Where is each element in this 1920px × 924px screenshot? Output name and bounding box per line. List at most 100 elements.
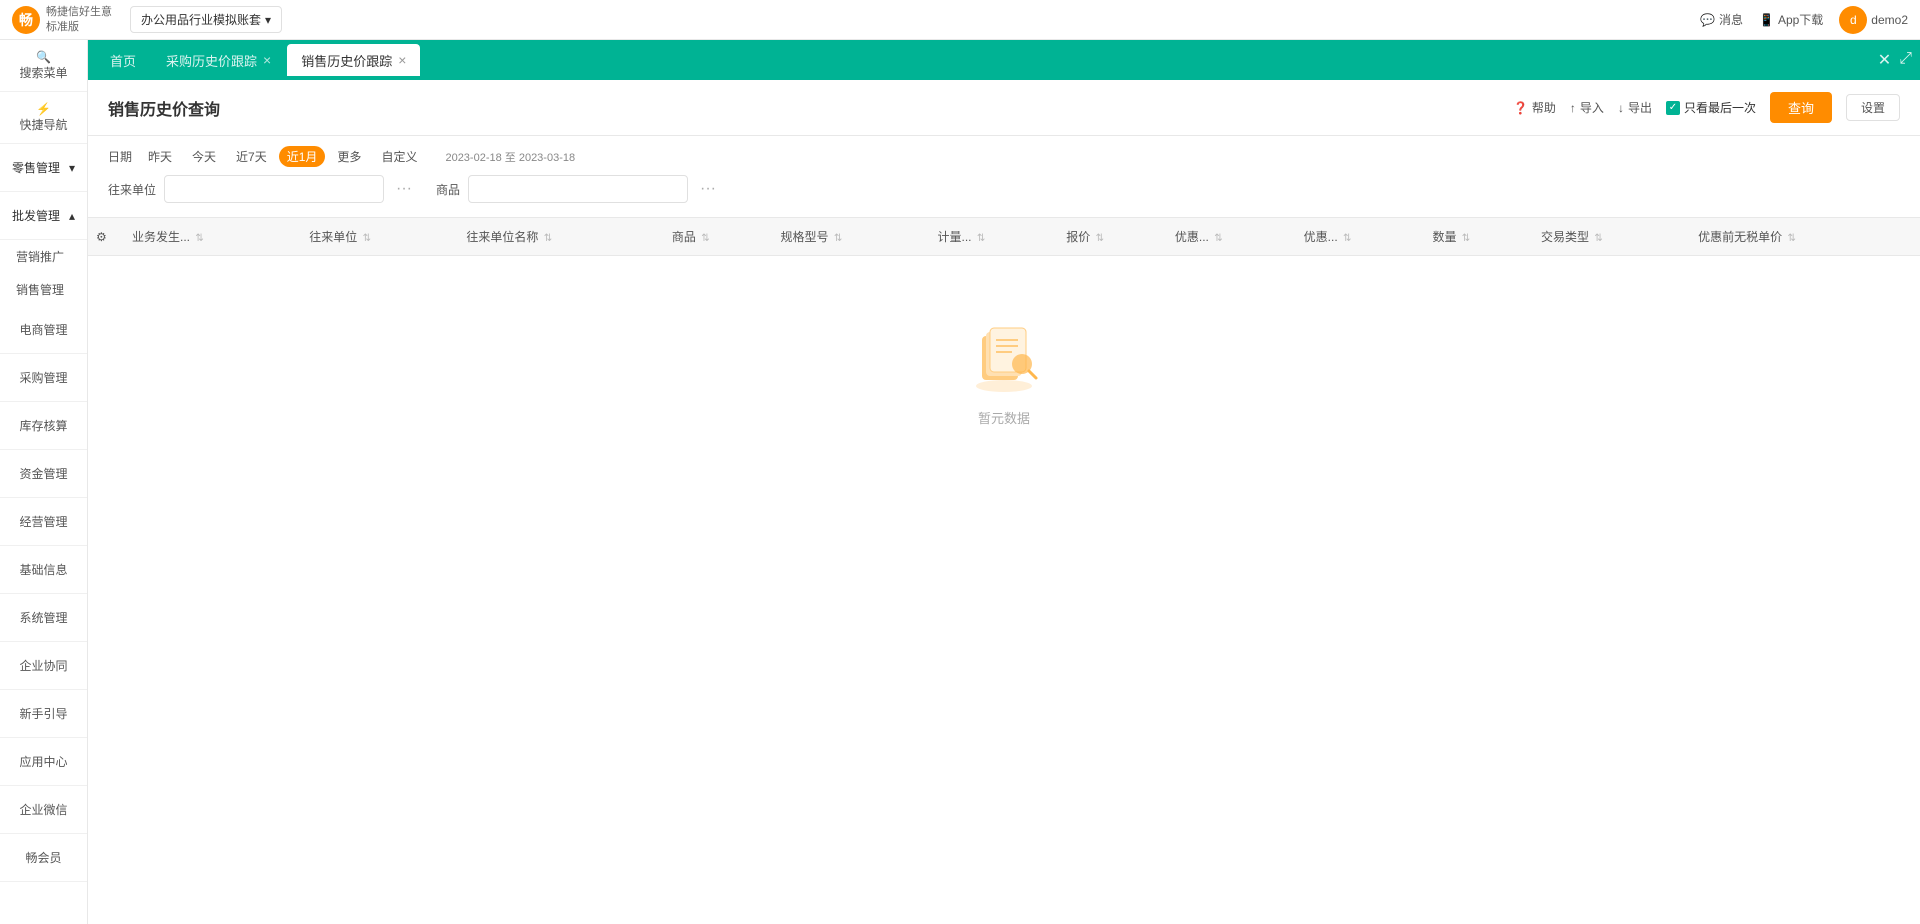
th-quote[interactable]: 报价 ⇅ (1058, 218, 1167, 256)
sidebar-item-finance[interactable]: 资金管理 (0, 450, 87, 498)
app-download-action[interactable]: 📱 App下载 (1759, 11, 1823, 28)
app-selector[interactable]: 办公用品行业模拟账套 ▾ (130, 6, 282, 33)
sidebar-item-retail-mgmt[interactable]: 零售管理 ▾ (0, 144, 87, 192)
date-btn-more[interactable]: 更多 (329, 146, 369, 167)
tabs-bar: 首页 采购历史价跟踪 × 销售历史价跟踪 × ✕ ⤢ (88, 40, 1920, 80)
import-icon: ↑ (1570, 101, 1576, 115)
sidebar-item-marketing[interactable]: 营销推广 (0, 240, 87, 273)
logo-area: 畅 畅捷信好生意 标准版 (12, 5, 112, 34)
th-partner-name[interactable]: 往来单位名称 ⇅ (458, 218, 664, 256)
date-btn-1month[interactable]: 近1月 (279, 146, 326, 167)
sidebar-item-wholesale-mgmt[interactable]: 批发管理 ▴ (0, 192, 87, 240)
date-range-display: 2023-02-18 至 2023-03-18 (445, 149, 575, 165)
sidebar-item-sales-mgmt[interactable]: 销售管理 (0, 273, 87, 306)
th-biz-date[interactable]: 业务发生... ⇅ (124, 218, 301, 256)
th-partner[interactable]: 往来单位 ⇅ (301, 218, 458, 256)
sidebar-item-app-center[interactable]: 应用中心 (0, 738, 87, 786)
tab-purchase-history[interactable]: 采购历史价跟踪 × (152, 44, 285, 76)
sidebar-item-ecommerce[interactable]: 电商管理 (0, 306, 87, 354)
nav-icon: ⚡ (36, 102, 51, 116)
sidebar-item-system[interactable]: 系统管理 (0, 594, 87, 642)
sidebar-item-wechat-work[interactable]: 企业微信 (0, 786, 87, 834)
sort-icon-discount2: ⇅ (1343, 233, 1351, 244)
goods-input[interactable] (468, 175, 688, 203)
empty-text: 暂元数据 (978, 408, 1030, 427)
page-header: 销售历史价查询 ❓ 帮助 ↑ 导入 ↓ 导出 ✓ (88, 80, 1920, 136)
sidebar-item-basic-info[interactable]: 基础信息 (0, 546, 87, 594)
table-header-row: ⚙ 业务发生... ⇅ 往来单位 ⇅ 往来单位名称 (88, 218, 1920, 256)
th-trade-type[interactable]: 交易类型 ⇅ (1533, 218, 1690, 256)
goods-dots-icon[interactable]: ··· (696, 180, 720, 198)
sort-icon-biz-date: ⇅ (195, 233, 203, 244)
maximize-icon[interactable]: ⤢ (1899, 50, 1912, 70)
date-btn-7days[interactable]: 近7天 (228, 146, 275, 167)
sidebar-item-beginner-guide[interactable]: 新手引导 (0, 690, 87, 738)
top-bar-left: 畅 畅捷信好生意 标准版 办公用品行业模拟账套 ▾ (12, 5, 282, 34)
sort-icon-quote: ⇅ (1096, 233, 1104, 244)
sort-icon-spec: ⇅ (834, 233, 842, 244)
sort-icon-partner-name: ⇅ (544, 233, 552, 244)
th-unit[interactable]: 计量... ⇅ (930, 218, 1059, 256)
download-icon: 📱 (1759, 13, 1774, 27)
help-action[interactable]: ❓ 帮助 (1513, 99, 1556, 116)
top-bar-right: 💬 消息 📱 App下载 d demo2 (1700, 6, 1908, 34)
help-icon: ❓ (1513, 101, 1528, 115)
sidebar-item-search-menu[interactable]: 🔍 搜索菜单 (0, 40, 87, 92)
sort-icon-partner: ⇅ (363, 233, 371, 244)
close-tab-icon[interactable]: ✕ (1878, 50, 1891, 70)
sidebar-item-enterprise-collab[interactable]: 企业协同 (0, 642, 87, 690)
sort-icon-quantity: ⇅ (1462, 233, 1470, 244)
sort-icon-trade-type: ⇅ (1594, 233, 1602, 244)
date-btn-today[interactable]: 今天 (184, 146, 224, 167)
sidebar: 🔍 搜索菜单 ⚡ 快捷导航 零售管理 ▾ 批发管理 ▴ 营销推广 销售管理 电商… (0, 40, 88, 924)
th-discount1[interactable]: 优惠... ⇅ (1167, 218, 1296, 256)
tab-sales-history[interactable]: 销售历史价跟踪 × (287, 44, 420, 76)
gear-icon[interactable]: ⚙ (96, 230, 107, 244)
empty-state: 暂元数据 (88, 256, 1920, 487)
sort-icon-unit: ⇅ (977, 233, 985, 244)
query-button[interactable]: 查询 (1770, 92, 1832, 123)
sort-icon-pre-discount: ⇅ (1787, 233, 1795, 244)
th-discount2[interactable]: 优惠... ⇅ (1296, 218, 1425, 256)
user-profile[interactable]: d demo2 (1839, 6, 1908, 34)
tab-purchase-close-icon[interactable]: × (263, 52, 271, 68)
sort-icon-discount1: ⇅ (1214, 233, 1222, 244)
th-gear: ⚙ (88, 218, 124, 256)
chevron-down-icon: ▴ (69, 209, 75, 223)
top-bar: 畅 畅捷信好生意 标准版 办公用品行业模拟账套 ▾ 💬 消息 📱 App下载 d… (0, 0, 1920, 40)
goods-filter: 商品 ··· (436, 175, 720, 203)
chevron-down-icon: ▾ (265, 13, 271, 27)
sort-icon-goods: ⇅ (701, 233, 709, 244)
sidebar-item-purchase[interactable]: 采购管理 (0, 354, 87, 402)
tabs-actions: ✕ ⤢ (1878, 50, 1912, 70)
partner-input[interactable] (164, 175, 384, 203)
setting-button[interactable]: 设置 (1846, 94, 1900, 121)
date-btn-custom[interactable]: 自定义 (373, 146, 425, 167)
content-area: 首页 采购历史价跟踪 × 销售历史价跟踪 × ✕ ⤢ 销售历史价查询 (88, 40, 1920, 924)
export-action[interactable]: ↓ 导出 (1618, 99, 1652, 116)
partner-dots-icon[interactable]: ··· (392, 180, 416, 198)
date-btn-yesterday[interactable]: 昨天 (140, 146, 180, 167)
empty-illustration (964, 316, 1044, 396)
import-action[interactable]: ↑ 导入 (1570, 99, 1604, 116)
logo-text: 畅捷信好生意 标准版 (46, 5, 112, 34)
export-icon: ↓ (1618, 101, 1624, 115)
sidebar-item-inventory[interactable]: 库存核算 (0, 402, 87, 450)
sidebar-item-member[interactable]: 畅会员 (0, 834, 87, 882)
tab-home[interactable]: 首页 (96, 44, 150, 76)
message-icon: 💬 (1700, 13, 1715, 27)
message-action[interactable]: 💬 消息 (1700, 11, 1743, 28)
page-title: 销售历史价查询 (108, 96, 220, 120)
th-pre-discount-price[interactable]: 优惠前无税单价 ⇅ (1690, 218, 1920, 256)
data-table: ⚙ 业务发生... ⇅ 往来单位 ⇅ 往来单位名称 (88, 218, 1920, 256)
sidebar-item-quick-nav[interactable]: ⚡ 快捷导航 (0, 92, 87, 144)
sidebar-item-operations[interactable]: 经营管理 (0, 498, 87, 546)
only-last-checkbox-area[interactable]: ✓ 只看最后一次 (1666, 99, 1756, 116)
th-quantity[interactable]: 数量 ⇅ (1424, 218, 1533, 256)
th-spec[interactable]: 规格型号 ⇅ (772, 218, 929, 256)
th-goods[interactable]: 商品 ⇅ (664, 218, 773, 256)
tab-sales-close-icon[interactable]: × (398, 52, 406, 68)
page-content: 销售历史价查询 ❓ 帮助 ↑ 导入 ↓ 导出 ✓ (88, 80, 1920, 924)
partner-filter: 往来单位 ··· (108, 175, 416, 203)
page-header-actions: ❓ 帮助 ↑ 导入 ↓ 导出 ✓ 只看最后一次 查询 (1513, 92, 1900, 123)
